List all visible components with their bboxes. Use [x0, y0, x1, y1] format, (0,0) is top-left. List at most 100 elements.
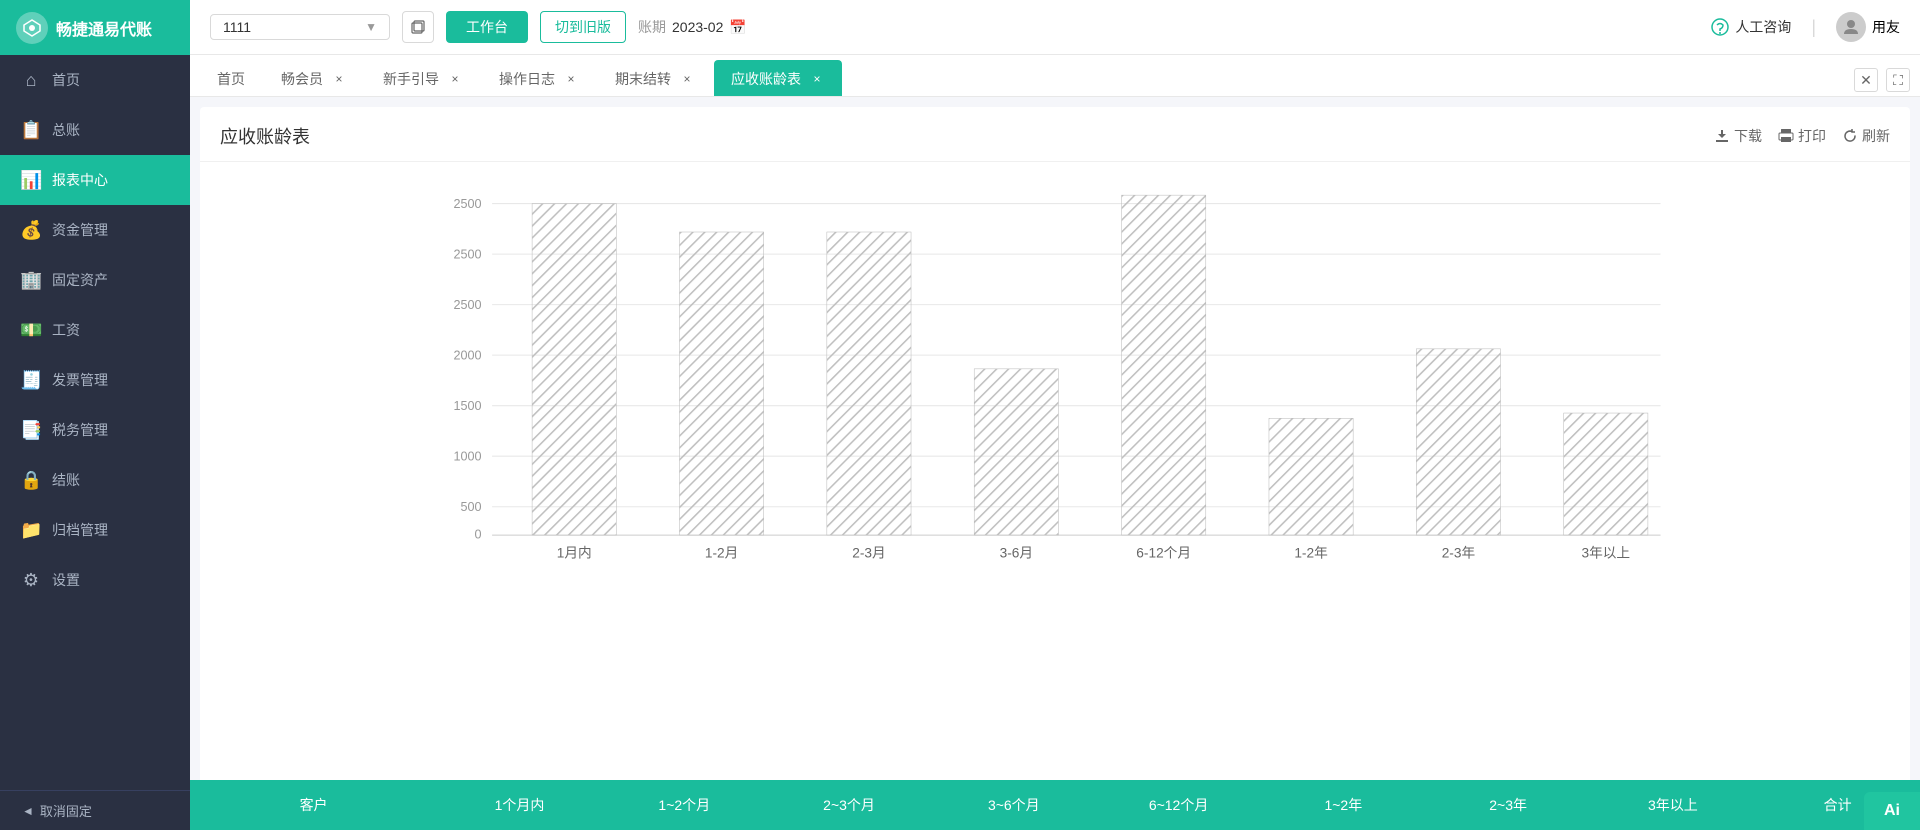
- payroll-icon: 💵: [20, 320, 42, 341]
- assets-icon: 🏢: [20, 270, 42, 291]
- reports-icon: 📊: [20, 170, 42, 191]
- tax-label: 税务管理: [52, 420, 108, 440]
- archive-icon: 📁: [20, 520, 42, 541]
- tab-label-oplog: 操作日志: [499, 69, 555, 89]
- sidebar: 畅捷通易代账 ⌂ 首页 📋 总账 📊 报表中心 💰 资金管理 🏢 固定资产 💵 …: [0, 0, 190, 830]
- company-selector[interactable]: 1111 ▼: [210, 14, 390, 40]
- top-header: 1111 ▼ 工作台 切到旧版 账期 2023-02 📅 人工咨询: [190, 0, 1920, 55]
- tab-bar: 首页畅会员×新手引导×操作日志×期末结转×应收账龄表× ✕ ⛶: [190, 55, 1920, 97]
- company-name: 1111: [223, 19, 359, 35]
- sidebar-item-tax[interactable]: 📑 税务管理: [0, 405, 190, 455]
- avatar: [1836, 12, 1866, 42]
- tab-label-closing: 期末结转: [615, 69, 671, 89]
- app-name: 畅捷通易代账: [56, 16, 152, 40]
- user-info[interactable]: 用友: [1836, 12, 1900, 42]
- workbench-button[interactable]: 工作台: [446, 11, 528, 43]
- download-button[interactable]: 下载: [1714, 126, 1762, 146]
- table-col-8: 3年以上: [1591, 795, 1756, 815]
- svg-text:2500: 2500: [453, 298, 481, 312]
- tab-close-member[interactable]: ×: [331, 71, 347, 87]
- payroll-label: 工资: [52, 320, 80, 340]
- copy-button[interactable]: [402, 11, 434, 43]
- invoice-icon: 🧾: [20, 370, 42, 391]
- ai-badge[interactable]: Ai: [1864, 792, 1920, 830]
- tab-close-aging[interactable]: ×: [809, 71, 825, 87]
- refresh-button[interactable]: 刷新: [1842, 126, 1890, 146]
- table-col-1: 1个月内: [437, 795, 602, 815]
- consultation-label: 人工咨询: [1735, 17, 1791, 37]
- aging-chart: 2500 2500 2500 2000 1500 1000 500 0: [210, 172, 1890, 572]
- download-label: 下载: [1734, 126, 1762, 146]
- table-col-7: 2~3年: [1426, 795, 1591, 815]
- tab-label-member: 畅会员: [281, 69, 323, 89]
- page-actions: 下载 打印: [1714, 126, 1890, 146]
- tab-label-home: 首页: [217, 69, 245, 89]
- svg-text:2-3月: 2-3月: [852, 545, 885, 560]
- svg-text:1月内: 1月内: [557, 545, 592, 560]
- sidebar-item-assets[interactable]: 🏢 固定资产: [0, 255, 190, 305]
- sidebar-item-invoice[interactable]: 🧾 发票管理: [0, 355, 190, 405]
- table-col-0: 客户: [190, 795, 437, 815]
- sidebar-item-closing[interactable]: 🔒 结账: [0, 455, 190, 505]
- svg-text:1-2月: 1-2月: [705, 545, 738, 560]
- sidebar-item-funds[interactable]: 💰 资金管理: [0, 205, 190, 255]
- refresh-label: 刷新: [1862, 126, 1890, 146]
- main-area: 1111 ▼ 工作台 切到旧版 账期 2023-02 📅 人工咨询: [190, 0, 1920, 830]
- home-icon: ⌂: [20, 70, 42, 91]
- sidebar-pin-toggle[interactable]: ◄ 取消固定: [0, 790, 190, 830]
- table-col-5: 6~12个月: [1096, 795, 1261, 815]
- maximize-tab-button[interactable]: ⛶: [1886, 68, 1910, 92]
- sidebar-item-home[interactable]: ⌂ 首页: [0, 55, 190, 105]
- reports-label: 报表中心: [52, 170, 108, 190]
- sidebar-item-reports[interactable]: 📊 报表中心: [0, 155, 190, 205]
- svg-text:1000: 1000: [453, 449, 481, 463]
- svg-text:3-6月: 3-6月: [1000, 545, 1033, 560]
- settings-label: 设置: [52, 570, 80, 590]
- svg-text:2-3年: 2-3年: [1442, 545, 1476, 560]
- sidebar-menu: ⌂ 首页 📋 总账 📊 报表中心 💰 资金管理 🏢 固定资产 💵 工资 🧾 发票…: [0, 55, 190, 790]
- invoice-label: 发票管理: [52, 370, 108, 390]
- svg-text:500: 500: [461, 500, 482, 514]
- assets-label: 固定资产: [52, 270, 108, 290]
- consultation-button[interactable]: 人工咨询: [1711, 17, 1791, 37]
- print-label: 打印: [1798, 126, 1826, 146]
- closing-label: 结账: [52, 470, 80, 490]
- closing-icon: 🔒: [20, 470, 42, 491]
- table-col-3: 2~3个月: [767, 795, 932, 815]
- page-title: 应收账龄表: [220, 123, 310, 149]
- ledger-icon: 📋: [20, 120, 42, 141]
- tax-icon: 📑: [20, 420, 42, 441]
- logo-icon: [16, 12, 48, 44]
- sidebar-item-settings[interactable]: ⚙ 设置: [0, 555, 190, 605]
- table-col-2: 1~2个月: [602, 795, 767, 815]
- sidebar-item-ledger[interactable]: 📋 总账: [0, 105, 190, 155]
- tab-aging[interactable]: 应收账龄表 ×: [714, 60, 842, 96]
- tab-close-oplog[interactable]: ×: [563, 71, 579, 87]
- switch-version-button[interactable]: 切到旧版: [540, 11, 626, 43]
- svg-text:6-12个月: 6-12个月: [1136, 545, 1191, 560]
- print-button[interactable]: 打印: [1778, 126, 1826, 146]
- tab-close-closing[interactable]: ×: [679, 71, 695, 87]
- svg-text:2500: 2500: [453, 197, 481, 211]
- calendar-icon[interactable]: 📅: [729, 19, 746, 36]
- funds-icon: 💰: [20, 220, 42, 241]
- table-col-6: 1~2年: [1261, 795, 1426, 815]
- close-tab-button[interactable]: ✕: [1854, 68, 1878, 92]
- period-label-text: 账期: [638, 17, 666, 37]
- home-label: 首页: [52, 70, 80, 90]
- tab-close-guide[interactable]: ×: [447, 71, 463, 87]
- header-right: 人工咨询 | 用友: [1711, 12, 1900, 42]
- tab-oplog[interactable]: 操作日志 ×: [482, 60, 596, 96]
- header-divider: |: [1811, 17, 1816, 38]
- sidebar-item-payroll[interactable]: 💵 工资: [0, 305, 190, 355]
- page-header: 应收账龄表 下载: [200, 107, 1910, 162]
- svg-text:3年以上: 3年以上: [1581, 545, 1630, 560]
- tab-bar-actions: ✕ ⛶: [1854, 68, 1910, 96]
- sidebar-item-archive[interactable]: 📁 归档管理: [0, 505, 190, 555]
- tab-guide[interactable]: 新手引导×: [366, 60, 480, 96]
- content-area: 应收账龄表 下载: [190, 97, 1920, 830]
- tab-closing[interactable]: 期末结转 ×: [598, 60, 712, 96]
- tab-home[interactable]: 首页: [200, 60, 262, 96]
- tab-label-aging: 应收账龄表: [731, 69, 801, 89]
- tab-member[interactable]: 畅会员 ×: [264, 60, 364, 96]
